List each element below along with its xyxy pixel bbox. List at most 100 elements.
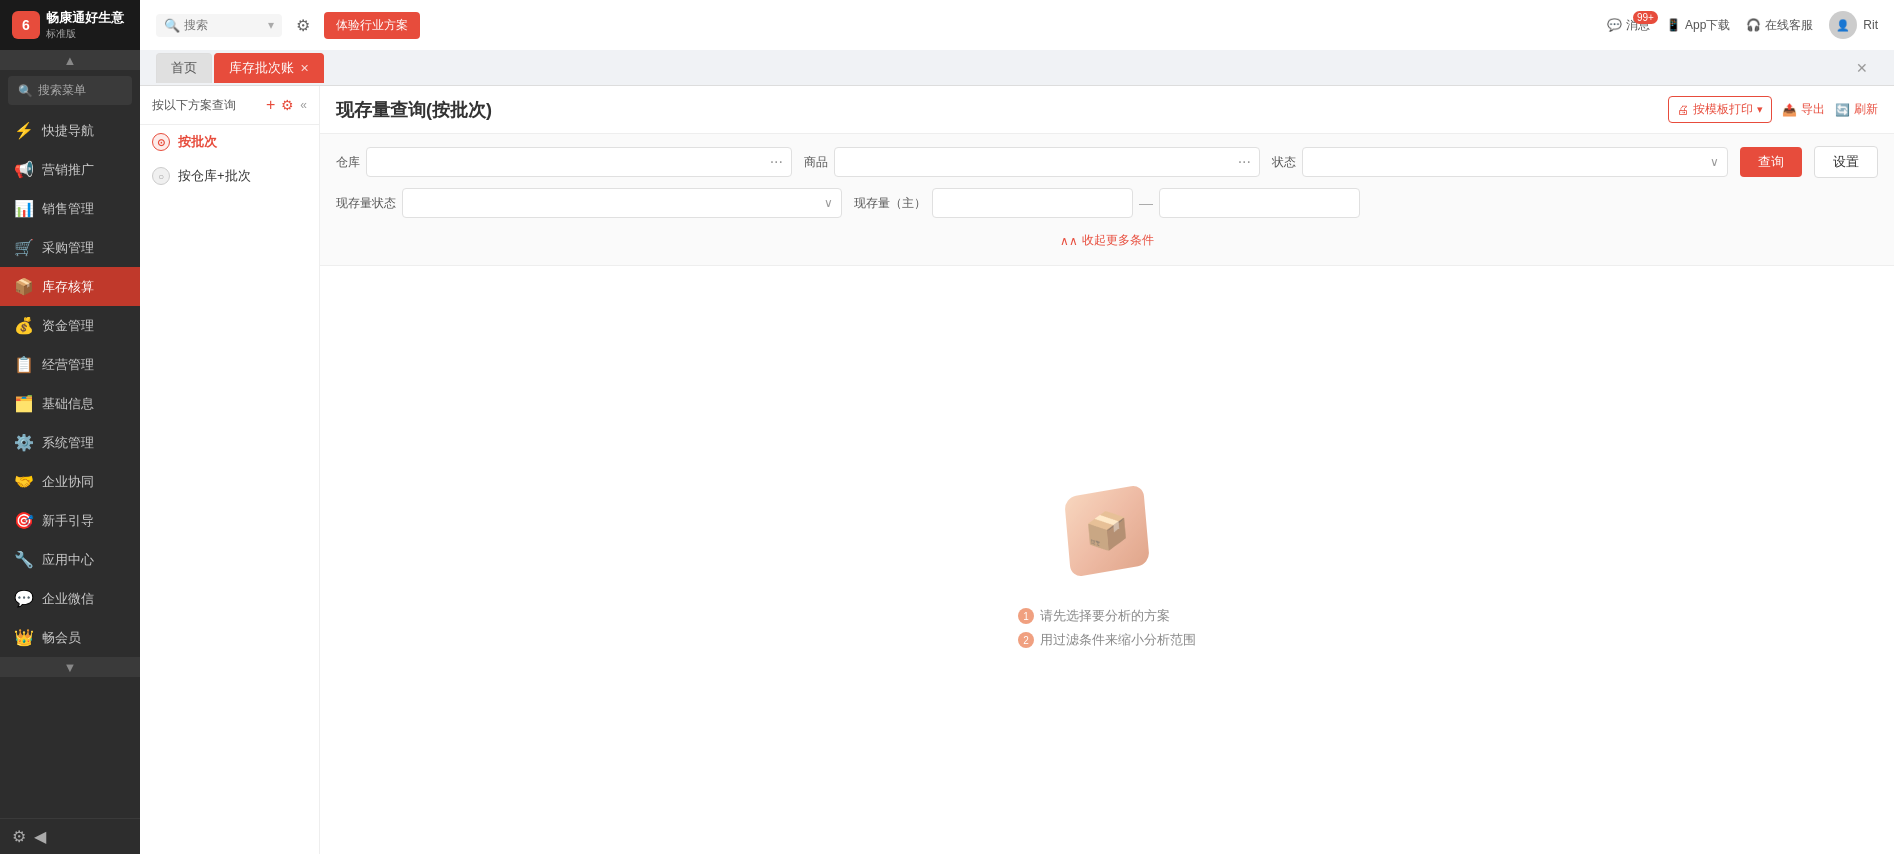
status-chevron-icon: ∨ [1710, 155, 1719, 169]
operation-label: 经营管理 [42, 356, 94, 374]
enterprise-label: 企业协同 [42, 473, 94, 491]
empty-tip-1-text: 请先选择要分析的方案 [1040, 607, 1170, 625]
scheme-by-batch-item[interactable]: ⊙ 按批次 [140, 125, 319, 159]
newbie-icon: 🎯 [14, 511, 34, 530]
message-item[interactable]: 💬 消息 99+ [1607, 17, 1650, 34]
refresh-button[interactable]: 🔄 刷新 [1835, 101, 1878, 118]
status-select[interactable]: ∨ [1302, 147, 1728, 177]
topbar: 🔍 ▾ ⚙ 体验行业方案 💬 消息 99+ 📱 App下载 🎧 在线客服 👤 [140, 0, 1894, 50]
trial-button[interactable]: 体验行业方案 [324, 12, 420, 39]
page-header-actions: 🖨 按模板打印 ▾ 📤 导出 🔄 刷新 [1668, 96, 1878, 123]
query-button[interactable]: 查询 [1740, 147, 1802, 177]
page-title: 现存量查询(按批次) [336, 98, 492, 122]
sidebar-bottom: ⚙ ◀ [0, 818, 140, 854]
vip-label: 畅会员 [42, 629, 81, 647]
sidebar-item-marketing[interactable]: 📢 营销推广 [0, 150, 140, 189]
inventory-status-filter: 现存量状态 ∨ [336, 188, 842, 218]
empty-tip-1: 1 请先选择要分析的方案 [1018, 607, 1196, 625]
sidebar-item-system[interactable]: ⚙️ 系统管理 [0, 423, 140, 462]
print-dropdown-icon[interactable]: ▾ [1757, 103, 1763, 116]
print-icon: 🖨 [1677, 103, 1689, 117]
sidebar-item-inventory[interactable]: 📦 库存核算 [0, 267, 140, 306]
export-button[interactable]: 📤 导出 [1782, 101, 1825, 118]
system-label: 系统管理 [42, 434, 94, 452]
tab-batch-account-label: 库存批次账 [229, 59, 294, 77]
inventory-status-select[interactable]: ∨ [402, 188, 842, 218]
user-item[interactable]: 👤 Rit [1829, 11, 1878, 39]
collapse-panel-icon[interactable]: « [300, 98, 307, 112]
sidebar-logo: 6 畅康通好生意 标准版 [0, 0, 140, 50]
template-print-button[interactable]: 🖨 按模板打印 ▾ [1668, 96, 1772, 123]
message-badge: 99+ [1633, 11, 1658, 24]
online-service-item[interactable]: 🎧 在线客服 [1746, 17, 1813, 34]
sidebar-item-vip[interactable]: 👑 畅会员 [0, 618, 140, 657]
tab-home[interactable]: 首页 [156, 53, 212, 83]
collapse-sidebar-icon[interactable]: ◀ [34, 827, 46, 846]
tab-main-close-icon[interactable]: ✕ [1846, 56, 1878, 80]
sidebar-item-purchase[interactable]: 🛒 采购管理 [0, 228, 140, 267]
empty-illustration: 📦 [1047, 471, 1167, 591]
topbar-dropdown-icon[interactable]: ▾ [268, 18, 274, 32]
tip-num-1: 1 [1018, 608, 1034, 624]
warehouse-label: 仓库 [336, 154, 360, 171]
app-name: 畅康通好生意 [46, 10, 124, 27]
marketing-label: 营销推广 [42, 161, 94, 179]
sidebar-item-quick-nav[interactable]: ⚡ 快捷导航 [0, 111, 140, 150]
right-panel: 现存量查询(按批次) 🖨 按模板打印 ▾ 📤 导出 🔄 刷新 [320, 86, 1894, 854]
app-version: 标准版 [46, 27, 124, 40]
quick-nav-icon: ⚡ [14, 121, 34, 140]
quick-nav-label: 快捷导航 [42, 122, 94, 140]
avatar-placeholder: 👤 [1836, 19, 1850, 32]
logo-icon: 6 [12, 11, 40, 39]
sidebar-item-app-center[interactable]: 🔧 应用中心 [0, 540, 140, 579]
topbar-search-icon: 🔍 [164, 18, 180, 33]
settings-button[interactable]: 设置 [1814, 146, 1878, 178]
cube-icon: 📦 [1064, 484, 1150, 578]
filter-row-2: 现存量状态 ∨ 现存量（主） — [336, 188, 1878, 218]
sidebar-item-enterprise-wechat[interactable]: 💬 企业微信 [0, 579, 140, 618]
newbie-label: 新手引导 [42, 512, 94, 530]
basic-label: 基础信息 [42, 395, 94, 413]
product-filter: 商品 ··· [804, 147, 1260, 177]
tab-batch-account[interactable]: 库存批次账 ✕ [214, 53, 324, 83]
inventory-qty-min-input[interactable] [932, 188, 1133, 218]
tab-batch-close-icon[interactable]: ✕ [300, 62, 309, 75]
inventory-qty-max-input[interactable] [1159, 188, 1360, 218]
add-scheme-icon[interactable]: + [266, 96, 275, 114]
scheme-by-warehouse-batch-item[interactable]: ○ 按仓库+批次 [140, 159, 319, 193]
inventory-status-chevron-icon: ∨ [824, 196, 833, 210]
sidebar-scroll-up[interactable]: ▲ [0, 50, 140, 70]
online-service-label: 在线客服 [1765, 17, 1813, 34]
message-icon: 💬 [1607, 18, 1622, 32]
topbar-settings-icon[interactable]: ⚙ [296, 16, 310, 35]
warehouse-input[interactable]: ··· [366, 147, 792, 177]
sidebar-item-sales[interactable]: 📊 销售管理 [0, 189, 140, 228]
sidebar-item-enterprise[interactable]: 🤝 企业协同 [0, 462, 140, 501]
search-label: 搜索菜单 [38, 82, 86, 99]
app-download-item[interactable]: 📱 App下载 [1666, 17, 1730, 34]
left-panel-header: 按以下方案查询 + ⚙ « [140, 86, 319, 125]
product-label: 商品 [804, 154, 828, 171]
collapse-filter-row[interactable]: ∧∧ 收起更多条件 [336, 228, 1878, 253]
sidebar-search[interactable]: 🔍 搜索菜单 [8, 76, 132, 105]
product-dots-icon: ··· [1238, 153, 1251, 171]
sidebar-item-finance[interactable]: 💰 资金管理 [0, 306, 140, 345]
collapse-label: 收起更多条件 [1082, 232, 1154, 249]
topbar-search-input[interactable] [184, 18, 264, 32]
topbar-search-box[interactable]: 🔍 ▾ [156, 14, 282, 37]
sidebar-item-basic[interactable]: 🗂️ 基础信息 [0, 384, 140, 423]
scheme-settings-icon[interactable]: ⚙ [281, 97, 294, 113]
inventory-qty-filter: 现存量（主） — [854, 188, 1360, 218]
tip-num-2: 2 [1018, 632, 1034, 648]
vip-icon: 👑 [14, 628, 34, 647]
inventory-qty-dash: — [1139, 195, 1153, 211]
product-input[interactable]: ··· [834, 147, 1260, 177]
warehouse-dots-icon: ··· [770, 153, 783, 171]
sidebar-item-newbie[interactable]: 🎯 新手引导 [0, 501, 140, 540]
app-center-label: 应用中心 [42, 551, 94, 569]
settings-bottom-icon[interactable]: ⚙ [12, 827, 26, 846]
by-batch-icon: ⊙ [152, 133, 170, 151]
user-avatar: 👤 [1829, 11, 1857, 39]
sidebar-item-operation[interactable]: 📋 经营管理 [0, 345, 140, 384]
sidebar-scroll-down[interactable]: ▼ [0, 657, 140, 677]
